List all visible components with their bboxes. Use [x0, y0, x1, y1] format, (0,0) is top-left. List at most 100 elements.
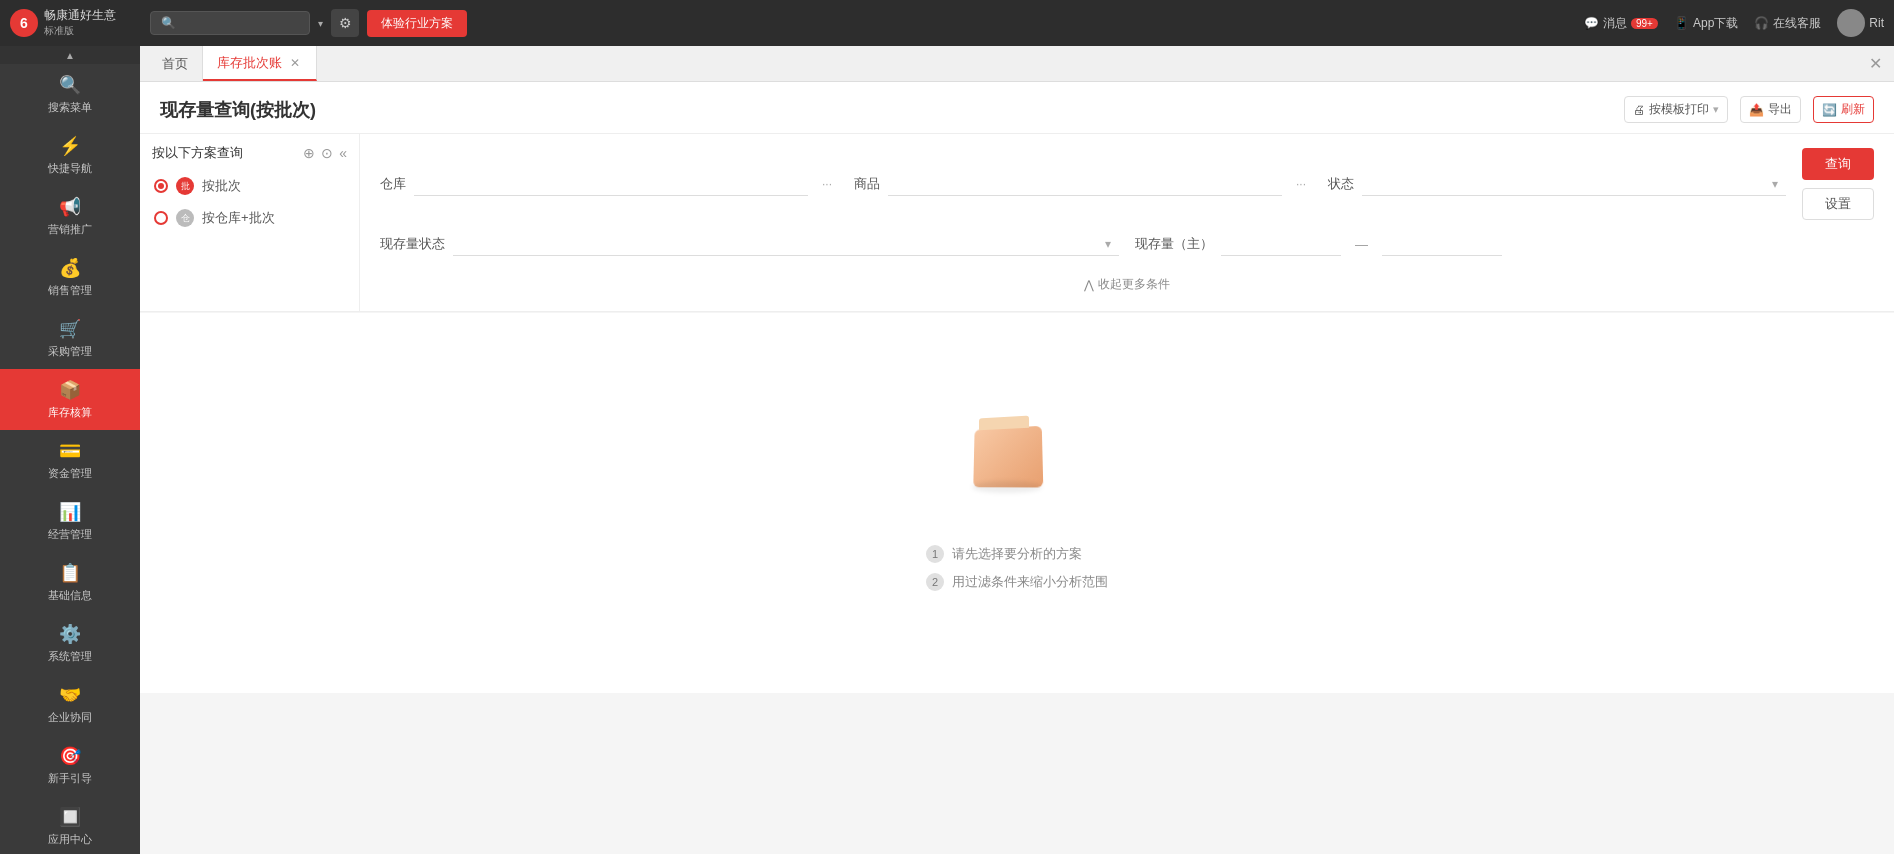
sidebar-item-operations[interactable]: 📊经营管理 — [0, 491, 140, 552]
tab-label-home: 首页 — [162, 55, 188, 73]
print-dropdown-arrow[interactable]: ▾ — [1713, 103, 1719, 116]
app-download-icon: 📱 — [1674, 16, 1689, 30]
schema-icon-by-batch: 批 — [176, 177, 194, 195]
collapse-more-conditions-button[interactable]: ⋀ 收起更多条件 — [1084, 276, 1170, 293]
print-icon: 🖨 — [1633, 103, 1645, 117]
sidebar-label-finance: 资金管理 — [48, 466, 92, 481]
left-panel-header: 按以下方案查询 ⊕ ⊙ « — [140, 144, 359, 170]
filter-action-buttons: 查询 设置 — [1802, 148, 1874, 220]
refresh-button[interactable]: 🔄 刷新 — [1813, 96, 1874, 123]
export-button[interactable]: 📤 导出 — [1740, 96, 1801, 123]
schema-radio-by-batch — [154, 179, 168, 193]
page-header: 现存量查询(按批次) 🖨 按模板打印 ▾ 📤 导出 🔄 刷新 — [140, 82, 1894, 134]
settings-gear-icon[interactable]: ⚙ — [331, 9, 359, 37]
user-avatar[interactable]: Rit — [1837, 9, 1884, 37]
search-icon: 🔍 — [161, 16, 176, 30]
refresh-icon: 🔄 — [1822, 103, 1837, 117]
stock-status-filter: 现存量状态 — [380, 232, 1119, 256]
product-input[interactable] — [888, 172, 1282, 196]
tab-inventory-batch[interactable]: 库存批次账 ✕ — [203, 46, 317, 81]
sidebar-item-newbie[interactable]: 🎯新手引导 — [0, 735, 140, 796]
product-more-icon[interactable]: ··· — [1290, 175, 1312, 193]
stock-quantity-from-input[interactable] — [1221, 232, 1341, 256]
empty-illustration — [967, 415, 1067, 515]
tab-label-inventory-batch: 库存批次账 — [217, 54, 282, 72]
app-logo-icon: 6 — [10, 9, 38, 37]
right-filter-panel: 仓库 ··· 商品 ··· 状态 — [360, 134, 1894, 311]
schema-settings-icon[interactable]: ⊙ — [321, 145, 333, 161]
newbie-icon: 🎯 — [59, 745, 81, 767]
stock-quantity-filter: 现存量（主） — — [1135, 232, 1874, 256]
table-settings-button[interactable]: 设置 — [1802, 188, 1874, 220]
add-schema-icon[interactable]: ⊕ — [303, 145, 315, 161]
app-download-link[interactable]: 📱 App下载 — [1674, 15, 1738, 32]
filter-area: 按以下方案查询 ⊕ ⊙ « 批按批次仓按仓库+批次 — [140, 134, 1894, 312]
sidebar-item-marketing[interactable]: 📢营销推广 — [0, 186, 140, 247]
warehouse-filter: 仓库 ··· — [380, 172, 838, 196]
search-box[interactable]: 🔍 — [150, 11, 310, 35]
sidebar-item-system[interactable]: ⚙️ 系统管理 — [0, 613, 140, 674]
stock-status-select-wrapper — [453, 232, 1119, 256]
sidebar-item-sales[interactable]: 💰销售管理 — [0, 247, 140, 308]
warehouse-input[interactable] — [414, 172, 808, 196]
export-icon: 📤 — [1749, 103, 1764, 117]
message-notification[interactable]: 💬 消息 99+ — [1584, 15, 1658, 32]
warehouse-label: 仓库 — [380, 175, 406, 193]
schema-label-by-warehouse-batch: 按仓库+批次 — [202, 209, 275, 227]
page-content: 现存量查询(按批次) 🖨 按模板打印 ▾ 📤 导出 🔄 刷新 — [140, 82, 1894, 854]
sidebar-item-enterprise[interactable]: 🤝企业协同 — [0, 674, 140, 735]
sidebar-item-purchase[interactable]: 🛒采购管理 — [0, 308, 140, 369]
header-middle: 🔍 ▾ ⚙ 体验行业方案 — [150, 9, 1584, 37]
tab-extra-actions: ✕ — [1865, 54, 1894, 73]
schema-radio-by-warehouse-batch — [154, 211, 168, 225]
sidebar-label-app-center: 应用中心 — [48, 832, 92, 847]
sidebar-label-search-menu: 搜索菜单 — [48, 100, 92, 115]
warehouse-more-icon[interactable]: ··· — [816, 175, 838, 193]
sidebar-scroll-up[interactable]: ▲ — [0, 46, 140, 64]
trial-button[interactable]: 体验行业方案 — [367, 10, 467, 37]
system-icon: ⚙️ — [59, 623, 81, 645]
collapse-panel-icon[interactable]: « — [339, 145, 347, 161]
page-actions: 🖨 按模板打印 ▾ 📤 导出 🔄 刷新 — [1624, 96, 1874, 123]
logo-area: 6 畅康通好生意 标准版 — [10, 8, 150, 38]
sidebar-item-inventory[interactable]: 📦库存核算 — [0, 369, 140, 430]
product-filter: 商品 ··· — [854, 172, 1312, 196]
sidebar-item-quick-nav[interactable]: ⚡快捷导航 — [0, 125, 140, 186]
app-center-icon: 🔲 — [59, 806, 81, 828]
content-area: 首页库存批次账✕ ✕ 现存量查询(按批次) 🖨 按模板打印 ▾ 📤 导 — [140, 46, 1894, 854]
status-select[interactable] — [1362, 172, 1786, 196]
sidebar-label-purchase: 采购管理 — [48, 344, 92, 359]
filter-row-2: 现存量状态 现存量（主） — — [380, 232, 1874, 256]
sidebar-item-search-menu[interactable]: 🔍搜索菜单 — [0, 64, 140, 125]
tip-text: 用过滤条件来缩小分析范围 — [952, 573, 1108, 591]
tab-close-inventory-batch[interactable]: ✕ — [288, 55, 302, 71]
top-header: 6 畅康通好生意 标准版 🔍 ▾ ⚙ 体验行业方案 💬 消息 99+ 📱 App… — [0, 0, 1894, 46]
tip-number: 1 — [926, 545, 944, 563]
search-dropdown-arrow[interactable]: ▾ — [318, 18, 323, 29]
stock-quantity-to-input[interactable] — [1382, 232, 1502, 256]
left-panel-actions: ⊕ ⊙ « — [303, 145, 347, 161]
print-template-button[interactable]: 🖨 按模板打印 ▾ — [1624, 96, 1728, 123]
marketing-icon: 📢 — [59, 196, 81, 218]
close-tab-icon[interactable]: ✕ — [1865, 54, 1886, 73]
sidebar-item-finance[interactable]: 💳资金管理 — [0, 430, 140, 491]
status-filter: 状态 — [1328, 172, 1786, 196]
schema-item-by-warehouse-batch[interactable]: 仓按仓库+批次 — [140, 202, 359, 234]
schema-item-by-batch[interactable]: 批按批次 — [140, 170, 359, 202]
collapse-up-icon: ⋀ — [1084, 278, 1094, 292]
quantity-range-dash: — — [1349, 237, 1374, 252]
empty-tip: 1请先选择要分析的方案 — [926, 545, 1108, 563]
tip-number: 2 — [926, 573, 944, 591]
tab-home[interactable]: 首页 — [148, 46, 203, 81]
sidebar-label-enterprise: 企业协同 — [48, 710, 92, 725]
sidebar-label-system: 系统管理 — [48, 649, 92, 664]
query-button[interactable]: 查询 — [1802, 148, 1874, 180]
online-service-link[interactable]: 🎧 在线客服 — [1754, 15, 1821, 32]
notification-badge: 99+ — [1631, 18, 1658, 29]
headset-icon: 🎧 — [1754, 16, 1769, 30]
operations-icon: 📊 — [59, 501, 81, 523]
sidebar-item-basic-info[interactable]: 📋基础信息 — [0, 552, 140, 613]
stock-status-select[interactable] — [453, 232, 1119, 256]
sidebar-item-app-center[interactable]: 🔲 应用中心 — [0, 796, 140, 854]
basic-info-icon: 📋 — [59, 562, 81, 584]
